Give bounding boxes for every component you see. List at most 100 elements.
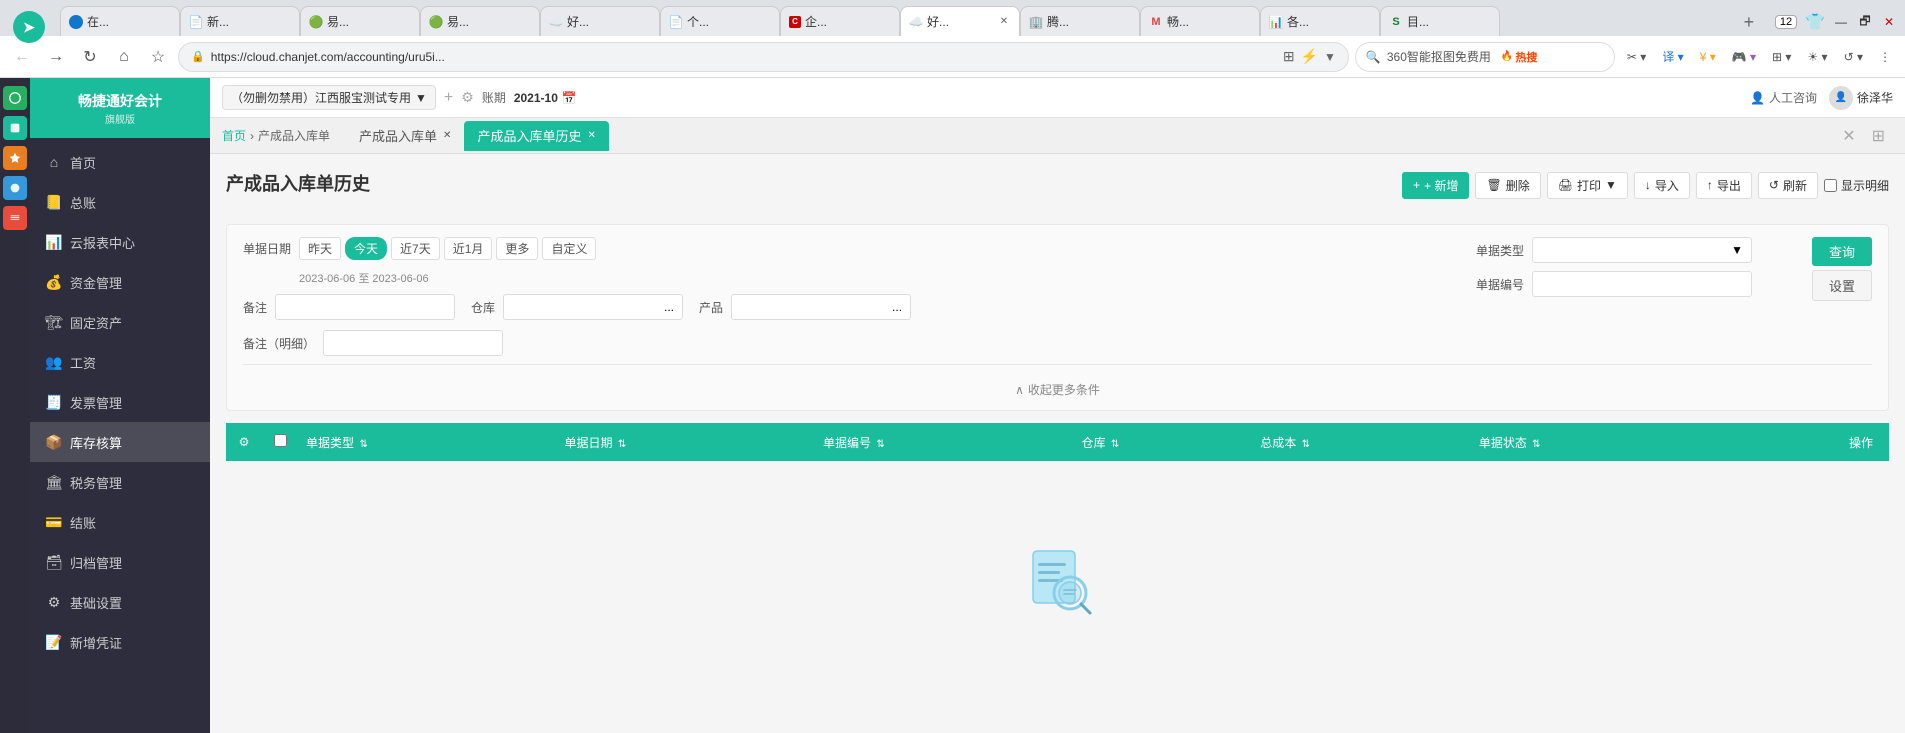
tab-9[interactable]: 🏢 腾...	[1020, 6, 1140, 36]
app-logo[interactable]: ➤	[13, 11, 45, 43]
add-company-button[interactable]: +	[444, 89, 453, 107]
new-tab-button[interactable]: +	[1735, 8, 1763, 36]
rail-icon-1[interactable]	[3, 86, 27, 110]
sidebar-app-sub: 旗舰版	[105, 111, 135, 126]
home-button[interactable]: ⌂	[110, 43, 138, 71]
tab-1[interactable]: 在...	[60, 6, 180, 36]
sidebar-item-inventory[interactable]: 📦 库存核算	[30, 422, 210, 462]
undo-icon[interactable]: ↺ ▾	[1838, 47, 1869, 67]
date-custom[interactable]: 自定义	[542, 237, 596, 260]
th-total-cost[interactable]: 总成本 ⇅	[1252, 423, 1471, 461]
detail-remark-input[interactable]	[323, 330, 503, 356]
tab-6[interactable]: 📄 个...	[660, 6, 780, 36]
sidebar-item-tax[interactable]: 🏛 税务管理	[30, 462, 210, 502]
gear-icon[interactable]: ⚙	[239, 435, 250, 449]
breadcrumb-home[interactable]: 首页	[222, 127, 246, 144]
settings-gear-icon[interactable]: ⚙	[461, 89, 474, 106]
sidebar-item-fund[interactable]: 💰 资金管理	[30, 262, 210, 302]
sun-icon[interactable]: ☀ ▾	[1801, 47, 1833, 67]
select-all-checkbox[interactable]	[274, 434, 287, 447]
print-button[interactable]: 🖨 打印 ▼	[1547, 172, 1628, 199]
rail-icon-5[interactable]	[3, 206, 27, 230]
sidebar-item-archive[interactable]: 🗃 归档管理	[30, 542, 210, 582]
browser-search-bar[interactable]: 🔍 360智能抠图免费用 🔥 热搜	[1355, 42, 1615, 72]
tab-8-close[interactable]: ✕	[997, 15, 1011, 29]
th-number[interactable]: 单据编号 ⇅	[815, 423, 1074, 461]
address-grid-icon[interactable]: ⊞	[1283, 48, 1295, 65]
support-button[interactable]: 👤 人工咨询	[1750, 89, 1817, 106]
remark-input[interactable]	[275, 294, 455, 320]
th-type[interactable]: 单据类型 ⇅	[298, 423, 557, 461]
tab-3[interactable]: 🟢 易...	[300, 6, 420, 36]
date-more[interactable]: 更多	[496, 237, 538, 260]
warehouse-select[interactable]: ...	[503, 294, 683, 320]
bookmark-button[interactable]: ☆	[144, 43, 172, 71]
cut-icon[interactable]: ✂ ▾	[1621, 47, 1652, 67]
th-status[interactable]: 单据状态 ⇅	[1471, 423, 1730, 461]
tab-11[interactable]: 📊 各...	[1260, 6, 1380, 36]
sidebar-item-payroll[interactable]: 👥 工资	[30, 342, 210, 382]
tab-10[interactable]: M 畅...	[1140, 6, 1260, 36]
sidebar-item-ledger[interactable]: 📒 总账	[30, 182, 210, 222]
tab-2[interactable]: 📄 新...	[180, 6, 300, 36]
th-checkbox[interactable]	[262, 423, 298, 461]
address-bar[interactable]: 🔒 https://cloud.chanjet.com/accounting/u…	[178, 42, 1349, 72]
collapse-button[interactable]: ∧ 收起更多条件	[1015, 381, 1100, 398]
sidebar-item-settlement[interactable]: 💳 结账	[30, 502, 210, 542]
import-button[interactable]: ↓ 导入	[1634, 172, 1690, 199]
tab-8[interactable]: ☁️ 好... ✕	[900, 6, 1020, 36]
sidebar-item-asset[interactable]: 🏗 固定资产	[30, 302, 210, 342]
delete-button[interactable]: 🗑 删除	[1475, 172, 1540, 199]
refresh-button[interactable]: ↺ 刷新	[1758, 172, 1818, 199]
sidebar-item-home[interactable]: ⌂ 首页	[30, 142, 210, 182]
user-info[interactable]: 👤 徐泽华	[1829, 86, 1893, 110]
tab-4[interactable]: 🟢 易...	[420, 6, 540, 36]
more-icon[interactable]: ⋮	[1873, 47, 1897, 67]
date-1month[interactable]: 近1月	[444, 237, 493, 260]
tab-list[interactable]: 产成品入库单 ✕	[346, 121, 464, 151]
date-yesterday[interactable]: 昨天	[299, 237, 341, 260]
th-gear[interactable]: ⚙	[226, 423, 262, 461]
address-lightning-icon[interactable]: ⚡	[1301, 48, 1318, 65]
close-button[interactable]: ✕	[1881, 14, 1897, 30]
translate-icon[interactable]: 译 ▾	[1656, 45, 1689, 68]
query-button[interactable]: 查询	[1812, 237, 1872, 266]
reload-button[interactable]: ↻	[76, 43, 104, 71]
grid-icon[interactable]: ⊞ ▾	[1766, 47, 1797, 67]
tab-12[interactable]: S 目...	[1380, 6, 1500, 36]
date-today[interactable]: 今天	[345, 237, 387, 260]
tab-panel-close[interactable]: ✕	[1834, 126, 1863, 146]
th-warehouse[interactable]: 仓库 ⇅	[1074, 423, 1253, 461]
add-button[interactable]: + + 新增	[1402, 172, 1469, 199]
product-select[interactable]: ...	[731, 294, 911, 320]
date-7days[interactable]: 近7天	[391, 237, 440, 260]
sidebar-item-newvoucher[interactable]: 📝 新增凭证	[30, 622, 210, 662]
tab-7[interactable]: C 企...	[780, 6, 900, 36]
address-chevron-icon[interactable]: ▼	[1324, 50, 1336, 64]
sidebar-item-invoice[interactable]: 🧾 发票管理	[30, 382, 210, 422]
minimize-button[interactable]: —	[1833, 14, 1849, 30]
sidebar-item-basic[interactable]: ⚙ 基础设置	[30, 582, 210, 622]
calendar-icon[interactable]: 📅	[562, 91, 577, 105]
sidebar-label-fund: 资金管理	[70, 273, 122, 292]
number-input[interactable]	[1532, 271, 1752, 297]
game-icon[interactable]: 🎮 ▾	[1726, 47, 1762, 67]
show-detail-checkbox[interactable]	[1824, 179, 1837, 192]
tab-panel-expand[interactable]: ⊞	[1864, 126, 1893, 146]
th-date[interactable]: 单据日期 ⇅	[557, 423, 816, 461]
sidebar-item-report[interactable]: 📊 云报表中心	[30, 222, 210, 262]
type-select[interactable]: ▼	[1532, 237, 1752, 263]
shirt-icon[interactable]: 👕	[1805, 12, 1825, 32]
rail-icon-4[interactable]	[3, 176, 27, 200]
rail-icon-3[interactable]	[3, 146, 27, 170]
tab-5[interactable]: ☁️ 好...	[540, 6, 660, 36]
tab-list-close[interactable]: ✕	[443, 130, 451, 141]
export-button[interactable]: ↑ 导出	[1696, 172, 1752, 199]
tab-history-close[interactable]: ✕	[587, 130, 595, 141]
maximize-button[interactable]: 🗗	[1857, 14, 1873, 30]
company-selector[interactable]: （勿删勿禁用）江西服宝测试专用 ▼	[222, 85, 436, 110]
rail-icon-2[interactable]	[3, 116, 27, 140]
yuan-icon[interactable]: ¥ ▾	[1694, 47, 1722, 67]
tab-history[interactable]: 产成品入库单历史 ✕	[464, 121, 608, 151]
settings-button[interactable]: 设置	[1812, 270, 1872, 301]
